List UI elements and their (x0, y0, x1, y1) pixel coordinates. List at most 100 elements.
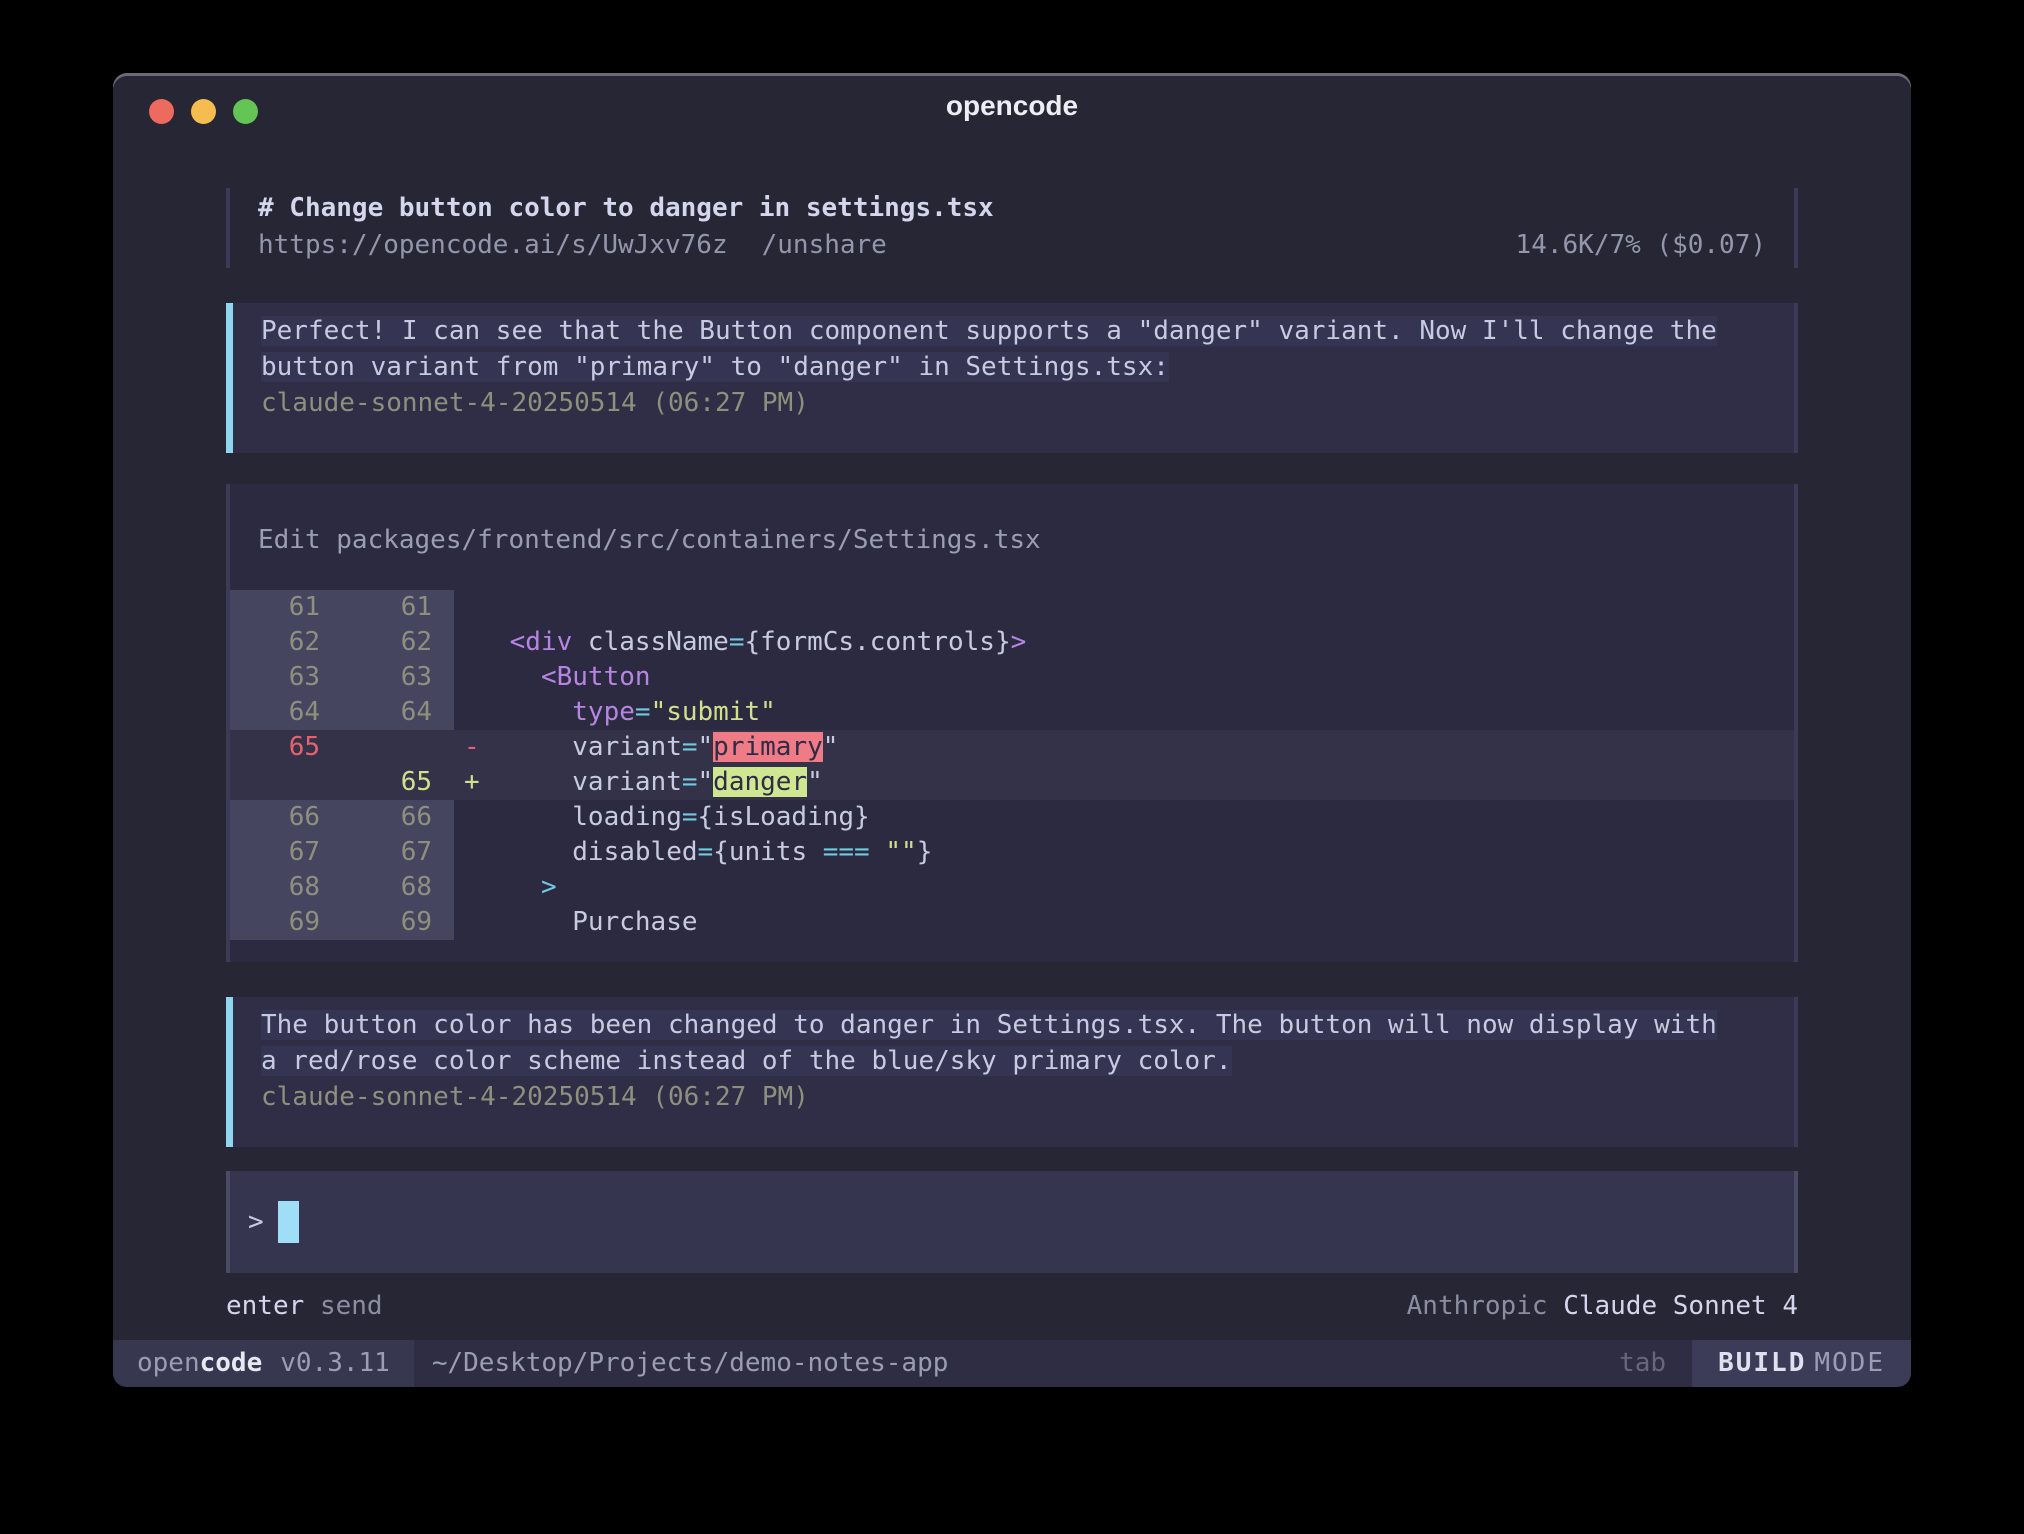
assistant-message: Perfect! I can see that the Button compo… (226, 303, 1798, 453)
code-segment: " (807, 767, 823, 797)
code-segment: " (698, 732, 714, 762)
diff-sign (454, 835, 494, 870)
code-segment: > (1011, 627, 1027, 657)
diff-old-line-number: 68 (230, 870, 342, 905)
code-segment: = (729, 627, 745, 657)
code-segment: = (682, 732, 698, 762)
code-segment: } (917, 837, 933, 867)
message-text: The button color has been changed to dan… (261, 1010, 1717, 1076)
diff-new-line-number: 62 (342, 625, 454, 660)
diff-row: 6363 <Button (230, 660, 1794, 695)
diff-row: 6464 type="submit" (230, 695, 1794, 730)
code-segment: "" (870, 837, 917, 867)
diff-code: variant="danger" (494, 765, 1794, 800)
session-header: # Change button color to danger in setti… (226, 188, 1798, 268)
app-name: opencodev0.3.11 (113, 1340, 414, 1387)
diff-new-line-number: 65 (342, 765, 454, 800)
code-segment: {units (713, 837, 823, 867)
code-segment: === (823, 837, 870, 867)
diff-row: 6666 loading={isLoading} (230, 800, 1794, 835)
code-segment: danger (713, 767, 807, 797)
diff-old-line-number: 67 (230, 835, 342, 870)
diff-new-line-number: 67 (342, 835, 454, 870)
code-segment: " (823, 732, 839, 762)
diff-code: loading={isLoading} (494, 800, 1794, 835)
diff-old-line-number: 66 (230, 800, 342, 835)
diff-new-line-number: 66 (342, 800, 454, 835)
diff: 61616262 <div className={formCs.controls… (230, 590, 1794, 940)
code-segment: primary (713, 732, 823, 762)
diff-old-line-number: 63 (230, 660, 342, 695)
diff-new-line-number: 63 (342, 660, 454, 695)
build-mode-badge: BUILDMODE (1692, 1340, 1911, 1387)
mode-label-bold: BUILD (1718, 1348, 1806, 1378)
traffic-lights (149, 99, 258, 124)
opencode-window: opencode # Change button color to danger… (113, 73, 1911, 1387)
unshare-command: /unshare (762, 230, 887, 260)
close-button[interactable] (149, 99, 174, 124)
code-segment: <Button (541, 662, 651, 692)
text-cursor (278, 1201, 299, 1243)
diff-row: 6969 Purchase (230, 905, 1794, 940)
titlebar: opencode (113, 73, 1911, 133)
diff-code: disabled={units === ""} (494, 835, 1794, 870)
code-segment: <div (510, 627, 573, 657)
code-segment: Purchase (572, 907, 697, 937)
code-segment: className (572, 627, 729, 657)
edit-tool-card: Edit packages/frontend/src/containers/Se… (226, 484, 1798, 962)
diff-new-line-number: 69 (342, 905, 454, 940)
zoom-button[interactable] (233, 99, 258, 124)
diff-old-line-number: 62 (230, 625, 342, 660)
diff-code: Purchase (494, 905, 1794, 940)
diff-code: type="submit" (494, 695, 1794, 730)
code-segment: loading (572, 802, 682, 832)
diff-new-line-number (342, 730, 454, 765)
code-segment (494, 872, 541, 902)
prompt-char: > (248, 1207, 264, 1237)
app-name-open: open (137, 1348, 200, 1378)
share-url[interactable]: https://opencode.ai/s/UwJxv76z (258, 230, 728, 260)
diff-old-line-number: 61 (230, 590, 342, 625)
code-segment (494, 662, 541, 692)
diff-sign (454, 905, 494, 940)
diff-row: 6262 <div className={formCs.controls}> (230, 625, 1794, 660)
code-segment: {isLoading} (698, 802, 870, 832)
assistant-message: The button color has been changed to dan… (226, 997, 1798, 1147)
tab-hint[interactable]: tab (1593, 1340, 1692, 1387)
model-provider: Anthropic (1407, 1291, 1548, 1321)
code-segment (494, 627, 510, 657)
diff-code: <Button (494, 660, 1794, 695)
diff-row: 6767 disabled={units === ""} (230, 835, 1794, 870)
app-version: v0.3.11 (280, 1348, 390, 1378)
diff-code: > (494, 870, 1794, 905)
diff-sign (454, 660, 494, 695)
message-text: Perfect! I can see that the Button compo… (261, 316, 1717, 382)
diff-sign: + (454, 765, 494, 800)
code-segment (494, 697, 572, 727)
diff-old-line-number: 65 (230, 730, 342, 765)
minimize-button[interactable] (191, 99, 216, 124)
message-meta: claude-sonnet-4-20250514 (06:27 PM) (261, 1079, 1766, 1115)
message-meta: claude-sonnet-4-20250514 (06:27 PM) (261, 385, 1766, 421)
code-segment (494, 837, 572, 867)
enter-hint-key: enter (226, 1291, 304, 1321)
diff-sign (454, 625, 494, 660)
code-segment: = (635, 697, 651, 727)
code-segment (494, 802, 572, 832)
code-segment: > (541, 872, 557, 902)
model-name: Claude Sonnet 4 (1563, 1291, 1798, 1321)
diff-old-line-number: 69 (230, 905, 342, 940)
window-title: opencode (113, 73, 1911, 139)
code-segment (494, 767, 572, 797)
diff-sign: - (454, 730, 494, 765)
diff-old-line-number (230, 765, 342, 800)
code-segment: = (698, 837, 714, 867)
code-segment: variant (572, 767, 682, 797)
code-segment: = (682, 802, 698, 832)
prompt-input[interactable]: > (226, 1171, 1798, 1273)
status-bar: opencodev0.3.11 ~/Desktop/Projects/demo-… (113, 1340, 1911, 1387)
diff-old-line-number: 64 (230, 695, 342, 730)
hint-bar: enter send Anthropic Claude Sonnet 4 (226, 1289, 1798, 1323)
diff-row: 6161 (230, 590, 1794, 625)
diff-sign (454, 870, 494, 905)
